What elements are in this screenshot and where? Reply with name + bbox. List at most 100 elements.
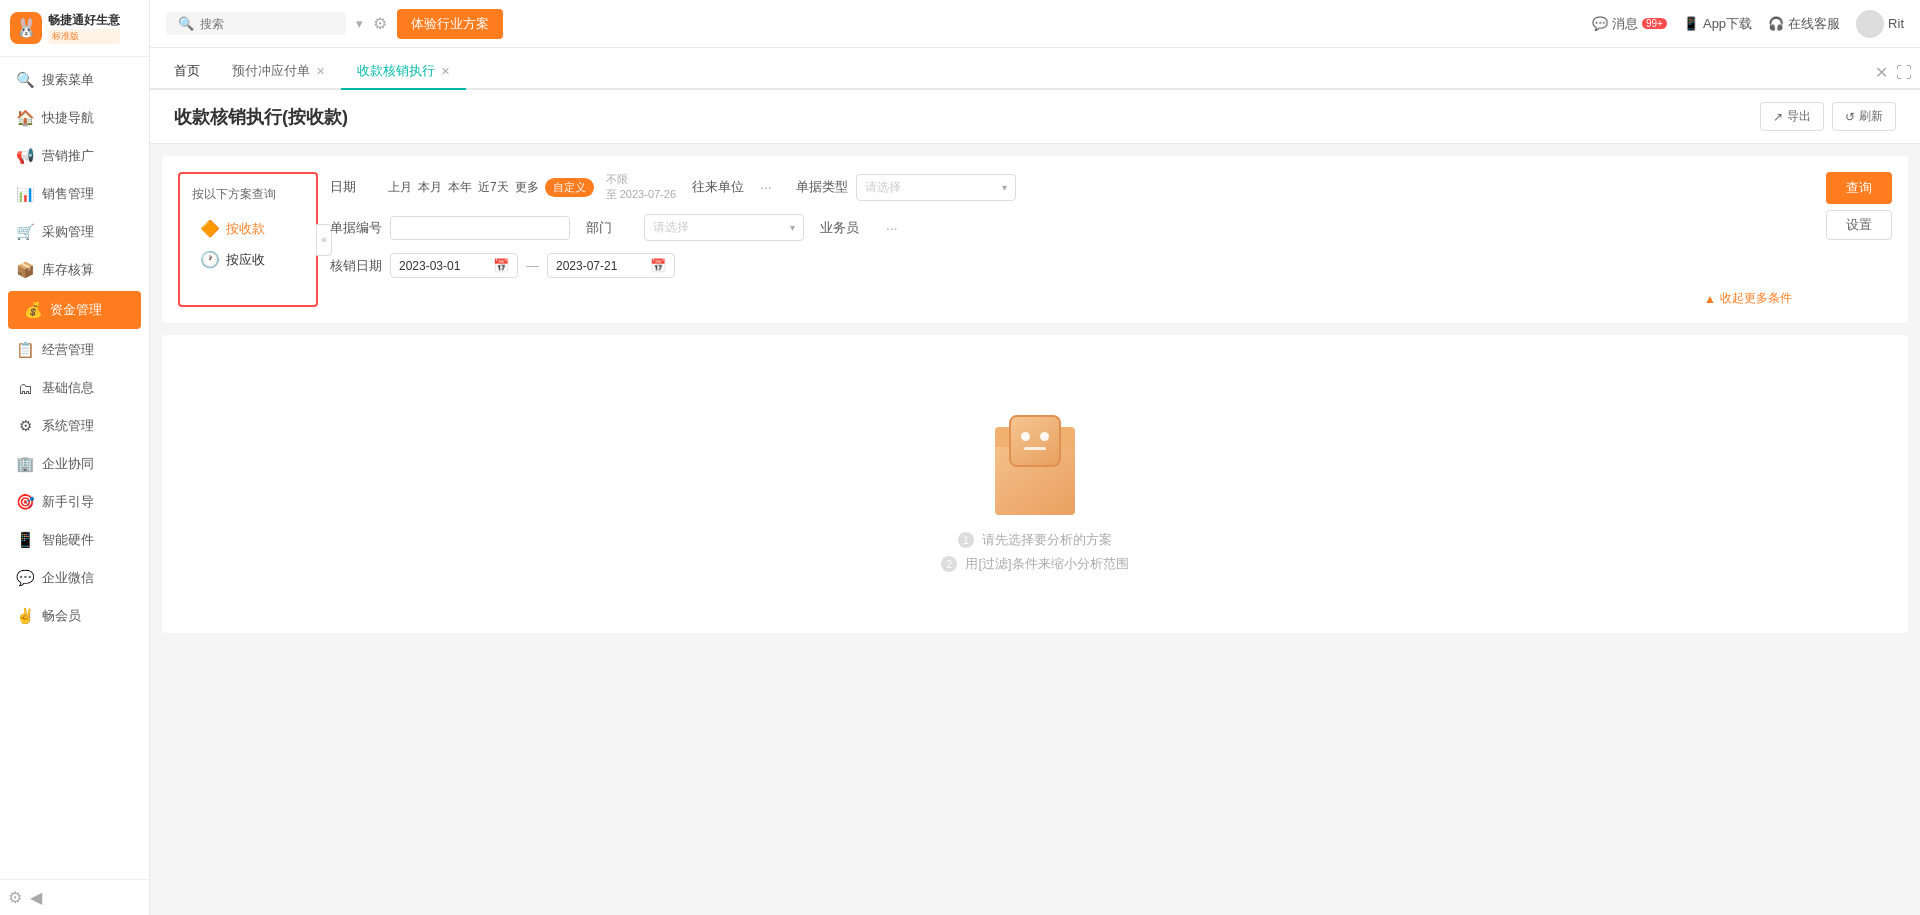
doc-type-select[interactable]: 请选择 ▾ <box>856 174 1016 201</box>
sidebar-item-corp[interactable]: 🏢 企业协同 <box>0 445 149 483</box>
filter-option-receipt[interactable]: 🔶 按收款 <box>192 213 304 244</box>
empty-step-1: 1 请先选择要分析的方案 <box>958 531 1112 549</box>
filter-settings-btn[interactable]: 设置 <box>1826 210 1892 240</box>
doc-num-input[interactable] <box>390 216 570 240</box>
building-icon: 🏢 <box>16 455 34 473</box>
date-this-month[interactable]: 本月 <box>418 179 442 196</box>
settings-header-icon[interactable]: ⚙ <box>373 14 387 33</box>
online-service-btn[interactable]: 🎧 在线客服 <box>1768 15 1840 33</box>
page-header-actions: ↗ 导出 ↺ 刷新 <box>1760 102 1896 131</box>
filter-form-wrapper: 日期 上月 本月 本年 近7天 更多 自定义 不限 至 <box>330 172 1892 307</box>
sidebar-item-base[interactable]: 🗂 基础信息 <box>0 369 149 407</box>
sidebar-item-quicknav[interactable]: 🏠 快捷导航 <box>0 99 149 137</box>
sidebar-item-member[interactable]: ✌ 畅会员 <box>0 597 149 635</box>
sidebar-logo: 🐰 畅捷通好生意 标准版 <box>0 0 149 57</box>
user-profile[interactable]: Rit <box>1856 10 1904 38</box>
counterpart-field: 往来单位 ··· <box>692 175 780 199</box>
filter-panel: 按以下方案查询 🔶 按收款 🕐 按应收 « 日期 <box>162 156 1908 323</box>
sidebar: 🐰 畅捷通好生意 标准版 🔍 搜索菜单 🏠 快捷导航 📢 营销推广 📊 销售管理… <box>0 0 150 915</box>
download-icon: 📱 <box>1683 16 1699 31</box>
sidebar-item-inventory[interactable]: 📦 库存核算 <box>0 251 149 289</box>
sidebar-item-search[interactable]: 🔍 搜索菜单 <box>0 61 149 99</box>
megaphone-icon: 📢 <box>16 147 34 165</box>
date-last-month[interactable]: 上月 <box>388 179 412 196</box>
search-icon: 🔍 <box>178 16 194 31</box>
robot-eye-left <box>1021 432 1030 441</box>
date-custom[interactable]: 自定义 <box>545 178 594 197</box>
app-download-btn[interactable]: 📱 App下载 <box>1683 15 1752 33</box>
query-btn[interactable]: 查询 <box>1826 172 1892 204</box>
chat-icon: 💬 <box>16 569 34 587</box>
search-dropdown-icon[interactable]: ▾ <box>356 16 363 31</box>
folder-icon: 🗂 <box>16 380 34 397</box>
refresh-btn[interactable]: ↺ 刷新 <box>1832 102 1896 131</box>
dept-field: 部门 请选择 ▾ <box>586 214 804 241</box>
money-icon: 💰 <box>24 301 42 319</box>
verify-date-end-wrapper[interactable]: 📅 <box>547 253 675 278</box>
empty-step-2: 2 用[过滤]条件来缩小分析范围 <box>941 555 1128 573</box>
staff-ellipsis[interactable]: ··· <box>878 216 906 240</box>
receipt-filter-icon: 🔶 <box>200 219 220 238</box>
messages-btn[interactable]: 💬 消息 99+ <box>1592 15 1667 33</box>
tab-prepay[interactable]: 预付冲应付单 ✕ <box>216 54 341 90</box>
tab-home[interactable]: 首页 <box>158 54 216 90</box>
export-icon: ↗ <box>1773 110 1783 124</box>
search-icon: 🔍 <box>16 71 34 89</box>
member-icon: ✌ <box>16 607 34 625</box>
verify-date-start-input[interactable] <box>399 259 489 273</box>
refresh-icon: ↺ <box>1845 110 1855 124</box>
page-area: 收款核销执行(按收款) ↗ 导出 ↺ 刷新 按以下方案查询 🔶 按收款 <box>150 90 1920 915</box>
close-tab-icon[interactable]: ✕ <box>1875 63 1888 82</box>
tab-receipt[interactable]: 收款核销执行 ✕ <box>341 54 466 90</box>
top-header: 🔍 ▾ ⚙ 体验行业方案 💬 消息 99+ 📱 App下载 🎧 在线客服 Rit <box>150 0 1920 48</box>
close-prepay-tab[interactable]: ✕ <box>316 65 325 78</box>
message-icon: 💬 <box>1592 16 1608 31</box>
close-receipt-tab[interactable]: ✕ <box>441 65 450 78</box>
sidebar-item-biz[interactable]: 📋 经营管理 <box>0 331 149 369</box>
robot-mouth <box>1024 447 1046 450</box>
end-calendar-icon[interactable]: 📅 <box>650 258 666 273</box>
doc-num-field: 单据编号 <box>330 216 570 240</box>
sidebar-item-marketing[interactable]: 📢 营销推广 <box>0 137 149 175</box>
start-calendar-icon[interactable]: 📅 <box>493 258 509 273</box>
filter-left-title: 按以下方案查询 <box>192 186 304 203</box>
sidebar-item-system[interactable]: ⚙ 系统管理 <box>0 407 149 445</box>
dept-select[interactable]: 请选择 ▾ <box>644 214 804 241</box>
step2-num: 2 <box>941 556 957 572</box>
sidebar-item-finance[interactable]: 💰 资金管理 <box>8 291 141 329</box>
maximize-tab-icon[interactable]: ⛶ <box>1896 64 1912 82</box>
filter-option-receivable[interactable]: 🕐 按应收 <box>192 244 304 275</box>
empty-robot-face <box>1009 415 1061 467</box>
sidebar-item-weixin[interactable]: 💬 企业微信 <box>0 559 149 597</box>
sidebar-item-guide[interactable]: 🎯 新手引导 <box>0 483 149 521</box>
verify-date-field: 核销日期 📅 — 📅 <box>330 253 675 278</box>
filter-form: 日期 上月 本月 本年 近7天 更多 自定义 不限 至 <box>330 172 1892 307</box>
home-icon: 🏠 <box>16 109 34 127</box>
collapse-up-icon: ▲ <box>1704 292 1716 306</box>
sidebar-item-sales[interactable]: 📊 销售管理 <box>0 175 149 213</box>
verify-date-end-input[interactable] <box>556 259 646 273</box>
chart-icon: 📊 <box>16 185 34 203</box>
date-more[interactable]: 更多 <box>515 179 539 196</box>
filter-row-1: 日期 上月 本月 本年 近7天 更多 自定义 不限 至 <box>330 172 1792 202</box>
date-last-7days[interactable]: 近7天 <box>478 179 509 196</box>
export-btn[interactable]: ↗ 导出 <box>1760 102 1824 131</box>
industry-btn[interactable]: 体验行业方案 <box>397 9 503 39</box>
counterpart-ellipsis[interactable]: ··· <box>752 175 780 199</box>
empty-state: 1 请先选择要分析的方案 2 用[过滤]条件来缩小分析范围 <box>162 335 1908 633</box>
clipboard-icon: 📋 <box>16 341 34 359</box>
doc-type-dropdown-icon: ▾ <box>1002 182 1007 193</box>
staff-field: 业务员 ··· <box>820 216 906 240</box>
collapse-more-btn[interactable]: ▲ 收起更多条件 <box>1704 290 1792 307</box>
date-this-year[interactable]: 本年 <box>448 179 472 196</box>
settings-footer-icon[interactable]: ⚙ <box>8 888 22 907</box>
header-search-box[interactable]: 🔍 <box>166 12 346 35</box>
sidebar-item-hardware[interactable]: 📱 智能硬件 <box>0 521 149 559</box>
sidebar-item-purchase[interactable]: 🛒 采购管理 <box>0 213 149 251</box>
verify-date-start-wrapper[interactable]: 📅 <box>390 253 518 278</box>
search-input[interactable] <box>200 17 320 31</box>
collapse-sidebar-icon[interactable]: ◀ <box>30 888 42 907</box>
doc-type-field: 单据类型 请选择 ▾ <box>796 174 1016 201</box>
date-unlimit-text: 不限 至 2023-07-26 <box>606 172 676 202</box>
tab-bar-actions: ✕ ⛶ <box>1875 63 1912 88</box>
